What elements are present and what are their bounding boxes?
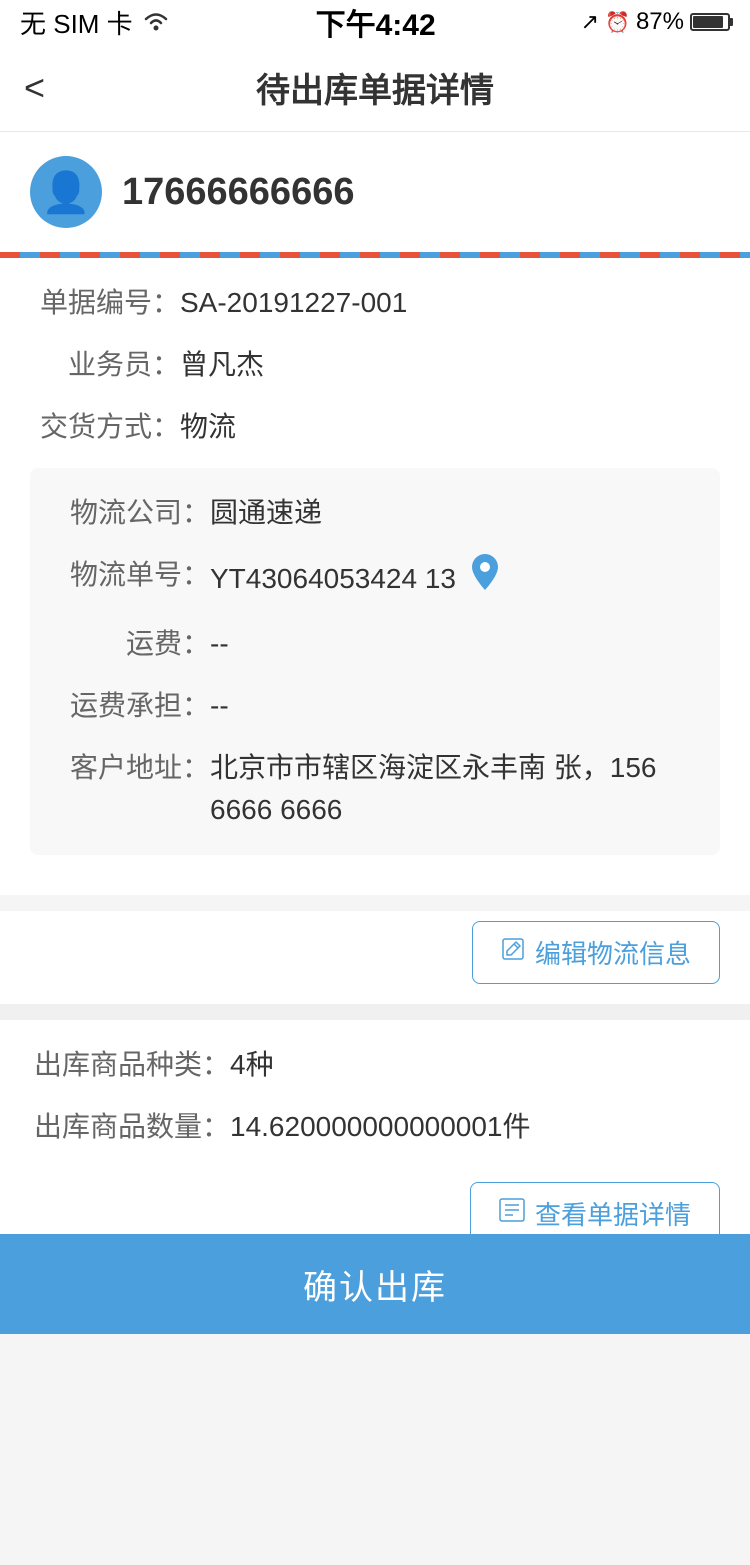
product-types-row: 出库商品种类： 4种 bbox=[30, 1044, 720, 1086]
confirm-outbound-button[interactable]: 确认出库 bbox=[0, 1234, 750, 1334]
edit-logistics-button[interactable]: 编辑物流信息 bbox=[472, 921, 720, 984]
header-card: 👤 17666666666 bbox=[0, 132, 750, 252]
nav-bar: < 待出库单据详情 bbox=[0, 44, 750, 132]
basic-info-section: 单据编号： SA-20191227-001 业务员： 曾凡杰 交货方式： 物流 … bbox=[0, 258, 750, 895]
back-button[interactable]: < bbox=[24, 67, 45, 109]
map-pin-icon[interactable] bbox=[470, 554, 500, 603]
product-qty-label: 出库商品数量： bbox=[30, 1106, 230, 1148]
avatar: 👤 bbox=[30, 156, 102, 228]
freight-bearer-label: 运费承担： bbox=[60, 685, 210, 727]
delivery-method-label: 交货方式： bbox=[30, 406, 180, 448]
freight-bearer-row: 运费承担： -- bbox=[60, 685, 690, 727]
status-bar: 无 SIM 卡 下午4:42 ↗ ⏰ 87% bbox=[0, 0, 750, 44]
tracking-no-row: 物流单号： YT43064053424 13 bbox=[60, 554, 690, 603]
sales-person-value: 曾凡杰 bbox=[180, 344, 720, 386]
freight-value: -- bbox=[210, 623, 690, 665]
battery-label: 87% bbox=[636, 8, 684, 36]
edit-btn-label: 编辑物流信息 bbox=[535, 934, 691, 971]
page-title: 待出库单据详情 bbox=[256, 63, 494, 112]
product-qty-row: 出库商品数量： 14.620000000000001件 bbox=[30, 1106, 720, 1148]
carrier-label: 无 SIM 卡 bbox=[20, 4, 133, 41]
document-no-row: 单据编号： SA-20191227-001 bbox=[30, 282, 720, 324]
freight-label: 运费： bbox=[60, 623, 210, 665]
gray-separator-1 bbox=[0, 1004, 750, 1020]
delivery-method-row: 交货方式： 物流 bbox=[30, 406, 720, 448]
freight-row: 运费： -- bbox=[60, 623, 690, 665]
sales-person-row: 业务员： 曾凡杰 bbox=[30, 344, 720, 386]
logistics-company-row: 物流公司： 圆通速递 bbox=[60, 492, 690, 534]
address-label: 客户地址： bbox=[60, 747, 210, 789]
address-row: 客户地址： 北京市市辖区海淀区永丰南 张，156 6666 6666 bbox=[60, 747, 690, 831]
user-icon: 👤 bbox=[41, 169, 91, 216]
document-no-value: SA-20191227-001 bbox=[180, 282, 720, 324]
delivery-method-value: 物流 bbox=[180, 406, 720, 448]
logistics-company-value: 圆通速递 bbox=[210, 492, 690, 534]
logistics-company-label: 物流公司： bbox=[60, 492, 210, 534]
battery-indicator bbox=[690, 13, 730, 31]
product-qty-value: 14.620000000000001件 bbox=[230, 1106, 720, 1148]
phone-number: 17666666666 bbox=[122, 171, 354, 214]
tracking-no-label: 物流单号： bbox=[60, 554, 210, 596]
wifi-icon bbox=[141, 7, 171, 38]
freight-bearer-value: -- bbox=[210, 685, 690, 727]
tracking-no-value: YT43064053424 13 bbox=[210, 558, 456, 600]
logistics-card: 物流公司： 圆通速递 物流单号： YT43064053424 13 运费： bbox=[30, 468, 720, 855]
view-detail-label: 查看单据详情 bbox=[535, 1195, 691, 1232]
edit-icon bbox=[501, 937, 525, 968]
address-value: 北京市市辖区海淀区永丰南 张，156 6666 6666 bbox=[210, 747, 690, 831]
time-label: 下午4:42 bbox=[316, 0, 436, 44]
confirm-btn-label: 确认出库 bbox=[303, 1260, 447, 1309]
product-types-label: 出库商品种类： bbox=[30, 1044, 230, 1086]
alarm-icon: ⏰ bbox=[605, 10, 630, 35]
location-status-icon: ↗ bbox=[581, 9, 599, 35]
outbound-info-section: 出库商品种类： 4种 出库商品数量： 14.620000000000001件 bbox=[0, 1020, 750, 1172]
edit-btn-row: 编辑物流信息 bbox=[0, 911, 750, 1004]
document-no-label: 单据编号： bbox=[30, 282, 180, 324]
list-icon bbox=[499, 1198, 525, 1229]
product-types-value: 4种 bbox=[230, 1044, 720, 1086]
sales-person-label: 业务员： bbox=[30, 344, 180, 386]
